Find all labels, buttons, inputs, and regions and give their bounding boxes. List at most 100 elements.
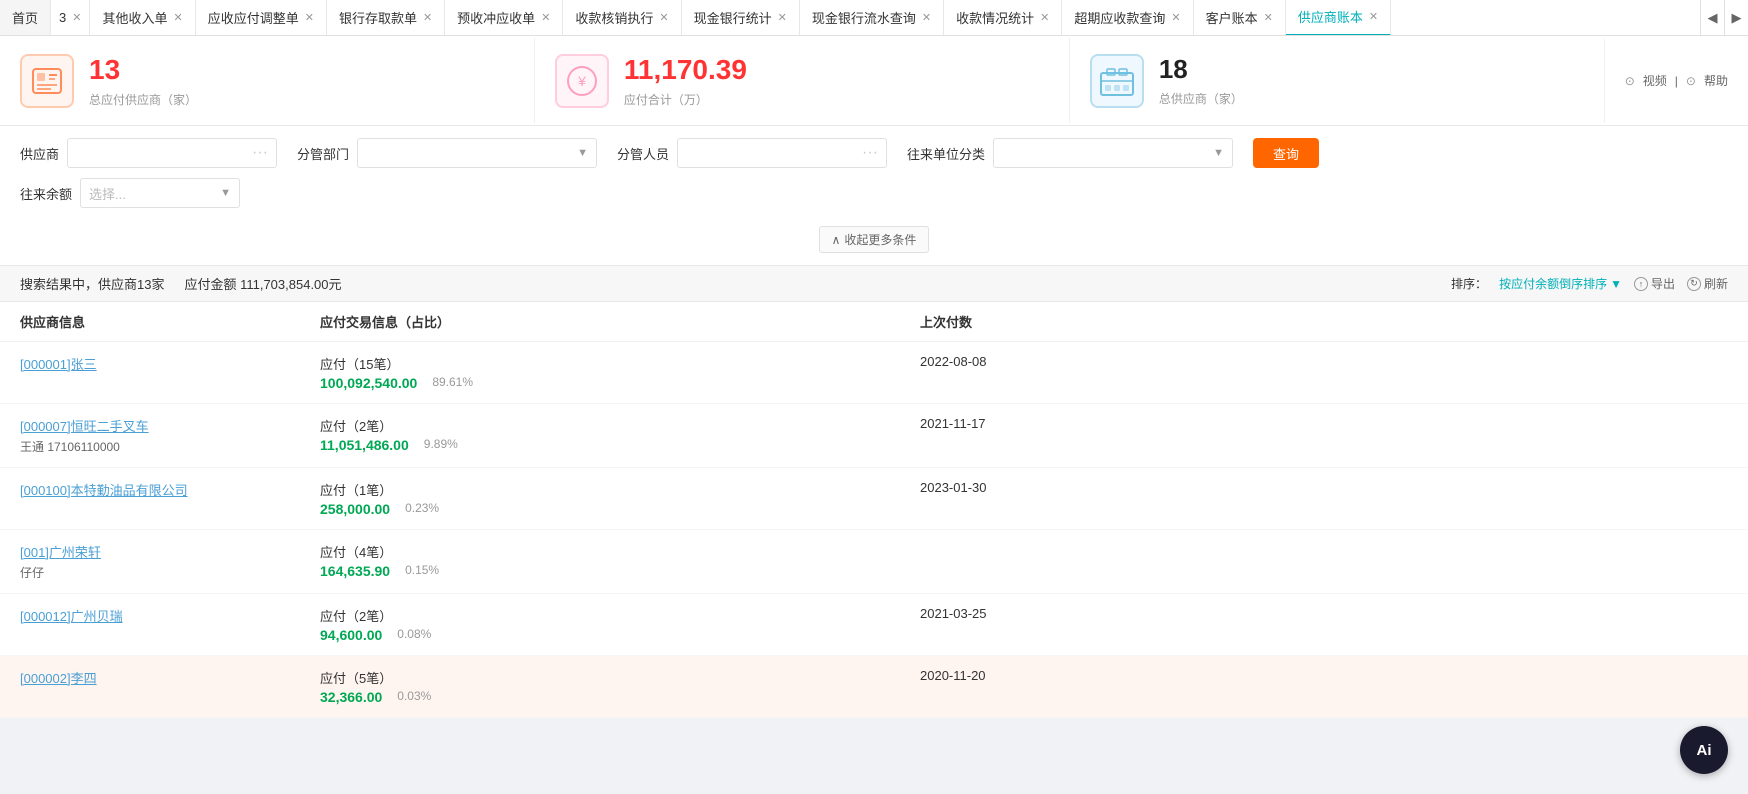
nav-tab-3-close[interactable]: ✕ [72,11,81,24]
department-select[interactable]: ▼ [357,138,597,168]
filter-row-1: 供应商 ··· 分管部门 ▼ 分管人员 ··· 往来单位分类 ▼ [20,138,1728,168]
nav-tab-collection[interactable]: 收款核销执行 ✕ [563,0,681,36]
row-1-amount[interactable]: 11,051,486.00 [320,437,409,453]
refresh-button[interactable]: ↻ 刷新 [1687,275,1728,292]
query-button[interactable]: 查询 [1253,138,1319,168]
row-3-transaction: 应付（4笔） 164,635.90 0.15% [320,542,920,579]
filter-category: 往来单位分类 ▼ [907,138,1233,168]
nav-tab-recv-stat-close[interactable]: ✕ [1040,11,1049,24]
nav-tab-recv-stat[interactable]: 收款情况统计 ✕ [944,0,1062,36]
nav-tab-overdue[interactable]: 超期应收款查询 ✕ [1062,0,1193,36]
row-1-supplier-link[interactable]: [000007]恒旺二手叉车 [20,419,149,434]
row-3-amount[interactable]: 164,635.90 [320,563,390,579]
nav-tab-adjustment-close[interactable]: ✕ [305,11,314,24]
ai-button[interactable]: Ai [1680,726,1728,774]
nav-tab-bank-deposit-close[interactable]: ✕ [423,11,432,24]
row-4-supplier-link[interactable]: [000012]广州贝瑞 [20,609,123,624]
row-5-supplier-link[interactable]: [000002]李四 [20,671,97,686]
supplier-input-wrapper[interactable]: ··· [67,138,277,168]
table-row: [000012]广州贝瑞 应付（2笔） 94,600.00 0.08% 2021… [0,594,1748,656]
nav-tab-adjustment[interactable]: 应收应付调整单 ✕ [196,0,327,36]
nav-tab-prepay[interactable]: 预收冲应收单 ✕ [445,0,563,36]
person-dots-icon[interactable]: ··· [862,144,878,162]
help-link[interactable]: 帮助 [1704,72,1728,89]
row-0-date: 2022-08-08 [920,354,987,369]
nav-tab-overdue-close[interactable]: ✕ [1171,11,1180,24]
row-2-transaction-row: 258,000.00 0.23% [320,499,920,517]
row-5-lastpay: 2020-11-20 [920,668,1728,683]
circle-icon: ⊙ [1625,74,1635,88]
row-0-supplier: [000001]张三 [20,354,320,373]
row-4-transaction-row: 94,600.00 0.08% [320,625,920,643]
total-suppliers-content: 18 总供应商（家） [1159,54,1243,106]
row-5-amount[interactable]: 32,366.00 [320,689,382,705]
row-2-amount[interactable]: 258,000.00 [320,501,390,517]
table-row: [001]广州荣轩 仔仔 应付（4笔） 164,635.90 0.15% [0,530,1748,594]
nav-tab-3[interactable]: 3 ✕ [51,0,90,36]
row-2-supplier: [000100]本特勤油品有限公司 [20,480,320,499]
header-supplier: 供应商信息 [20,312,320,331]
export-button[interactable]: ↑ 导出 [1634,275,1675,292]
person-input[interactable] [686,146,862,161]
nav-prev-arrow[interactable]: ◀ [1700,0,1724,36]
nav-tab-other-income[interactable]: 其他收入单 ✕ [90,0,195,36]
row-5-date: 2020-11-20 [920,668,986,683]
nav-tab-cash-flow-label: 现金银行流水查询 [812,8,916,27]
nav-tab-cash-flow-close[interactable]: ✕ [922,11,931,24]
person-input-wrapper[interactable]: ··· [677,138,887,168]
row-2-date: 2023-01-30 [920,480,987,495]
nav-tab-prepay-label: 预收冲应收单 [457,8,535,27]
summary-card-payable-suppliers: 13 总应付供应商（家） [0,38,535,123]
nav-tab-bank-deposit[interactable]: 银行存取款单 ✕ [327,0,445,36]
nav-tab-supplier-ledger-close[interactable]: ✕ [1369,10,1378,23]
sort-select[interactable]: 按应付余额倒序排序 ▼ [1499,275,1622,292]
nav-tab-prepay-close[interactable]: ✕ [541,11,550,24]
category-select[interactable]: ▼ [993,138,1233,168]
sort-arrow-icon: ▼ [1610,277,1622,291]
row-3-percent: 0.15% [405,563,439,577]
balance-select[interactable]: 选择... ▼ [80,178,240,208]
nav-tab-customer-ledger-close[interactable]: ✕ [1264,11,1273,24]
nav-tab-bank-deposit-label: 银行存取款单 [339,8,417,27]
row-2-supplier-link[interactable]: [000100]本特勤油品有限公司 [20,483,188,498]
row-3-transaction-row: 164,635.90 0.15% [320,561,920,579]
collapse-button[interactable]: ∧ 收起更多条件 [819,226,930,253]
row-0-transaction: 应付（15笔） 100,092,540.00 89.61% [320,354,920,391]
nav-tab-home[interactable]: 首页 [0,0,51,36]
total-suppliers-value: 18 [1159,54,1243,85]
row-3-supplier-link[interactable]: [001]广州荣轩 [20,545,101,560]
row-0-amount[interactable]: 100,092,540.00 [320,375,417,391]
row-4-amount[interactable]: 94,600.00 [320,627,382,643]
filter-section: 供应商 ··· 分管部门 ▼ 分管人员 ··· 往来单位分类 ▼ [0,126,1748,266]
nav-tab-cash-flow[interactable]: 现金银行流水查询 ✕ [800,0,944,36]
nav-tab-collection-close[interactable]: ✕ [659,11,668,24]
row-4-transaction-label: 应付（2笔） [320,606,920,625]
nav-tab-supplier-ledger[interactable]: 供应商账本 ✕ [1286,0,1391,36]
nav-tab-other-income-close[interactable]: ✕ [173,11,182,24]
video-link[interactable]: 视频 [1643,72,1667,89]
nav-tab-cash-stat[interactable]: 现金银行统计 ✕ [682,0,800,36]
row-0-lastpay: 2022-08-08 [920,354,1728,369]
row-0-supplier-link[interactable]: [000001]张三 [20,357,97,372]
row-1-transaction-row: 11,051,486.00 9.89% [320,435,920,453]
payable-total-label: 应付合计（万） [624,91,747,108]
nav-arrow-group: ◀ ▶ [1700,0,1748,36]
summary-card-payable-total: ¥ 11,170.39 应付合计（万） [535,38,1070,123]
nav-tab-customer-ledger[interactable]: 客户账本 ✕ [1194,0,1286,36]
ai-label: Ai [1697,742,1712,759]
department-label: 分管部门 [297,144,349,163]
circle-icon2: ⊙ [1686,74,1696,88]
results-bar: 搜索结果中，供应商13家 应付金额 111,703,854.00元 排序： 按应… [0,266,1748,302]
filter-person: 分管人员 ··· [617,138,887,168]
table-row: [000007]恒旺二手叉车 王通 17106110000 应付（2笔） 11,… [0,404,1748,468]
nav-next-arrow[interactable]: ▶ [1724,0,1748,36]
filter-department: 分管部门 ▼ [297,138,597,168]
summary-card-total-suppliers: 18 总供应商（家） [1070,39,1605,123]
nav-tab-customer-ledger-label: 客户账本 [1206,8,1258,27]
supplier-input[interactable] [76,146,252,161]
row-4-supplier: [000012]广州贝瑞 [20,606,320,625]
collapse-up-icon: ∧ [832,233,841,247]
filter-row-2: 往来余额 选择... ▼ [20,178,1728,208]
supplier-dots-icon[interactable]: ··· [252,144,268,162]
nav-tab-cash-stat-close[interactable]: ✕ [778,11,787,24]
